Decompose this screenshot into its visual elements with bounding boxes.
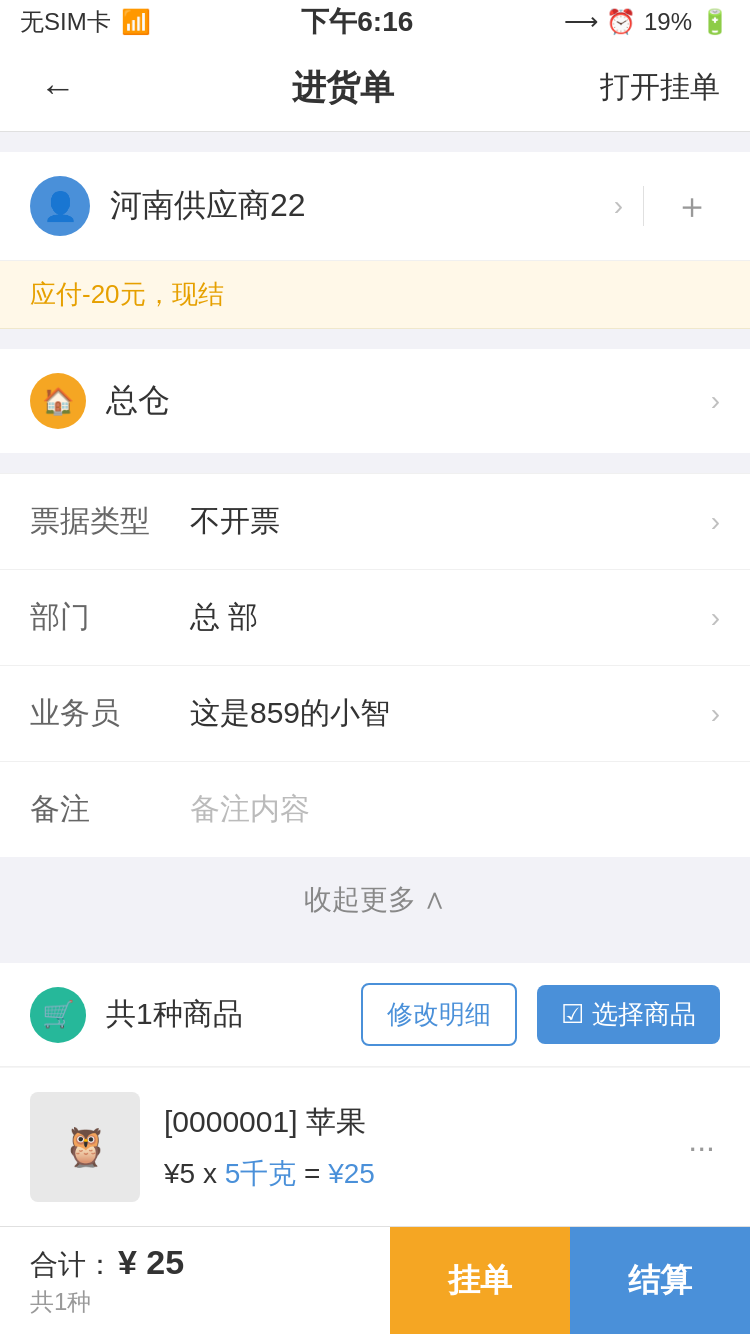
status-bar-right: ⟶ ⏰ 19% 🔋 <box>564 8 730 36</box>
bag-icon: 🛒 <box>42 999 74 1030</box>
invoice-label: 票据类型 <box>30 501 170 542</box>
nav-bar: ← 进货单 打开挂单 <box>0 44 750 132</box>
gap-2 <box>0 329 750 349</box>
dept-value: 总 部 <box>170 597 711 638</box>
location-icon: ⟶ <box>564 8 598 36</box>
dept-label: 部门 <box>30 597 170 638</box>
chevron-right-icon-5: › <box>711 698 720 730</box>
chevron-right-icon-4: › <box>711 602 720 634</box>
warehouse-card[interactable]: 🏠 总仓 › <box>0 349 750 453</box>
supplier-row-actions: › ＋ <box>614 177 720 236</box>
invoice-row[interactable]: 票据类型 不开票 › <box>0 473 750 569</box>
total-amount: ¥ 25 <box>118 1243 184 1282</box>
status-bar-left: 无SIM卡 📶 <box>20 6 151 38</box>
vertical-divider <box>643 186 644 226</box>
collapse-label: 收起更多 ∧ <box>304 881 447 919</box>
bottom-total: 合计： ¥ 25 共1种 <box>0 1227 390 1334</box>
remark-label: 备注 <box>30 789 170 830</box>
open-pending-button[interactable]: 打开挂单 <box>600 67 720 108</box>
remark-input[interactable]: 备注内容 <box>170 789 720 830</box>
products-section: 🛒 共1种商品 修改明细 ☑ 选择商品 🦉 [0000001] 苹果 ¥5 x … <box>0 963 750 1226</box>
select-product-icon: ☑ <box>561 999 584 1030</box>
checkout-button[interactable]: 结算 <box>570 1227 750 1334</box>
product-item: 🦉 [0000001] 苹果 ¥5 x 5千克 = ¥25 ··· <box>0 1067 750 1226</box>
total-price: ¥25 <box>328 1158 375 1189</box>
battery-icon: 🔋 <box>700 8 730 36</box>
owl-icon: 🦉 <box>62 1125 109 1169</box>
warehouse-icon: 🏠 <box>30 373 86 429</box>
carrier-text: 无SIM卡 <box>20 6 111 38</box>
bottom-bar: 合计： ¥ 25 共1种 挂单 结算 <box>0 1226 750 1334</box>
total-sub: 共1种 <box>30 1286 360 1318</box>
salesperson-value: 这是859的小智 <box>170 693 711 734</box>
wifi-icon: 📶 <box>121 8 151 36</box>
quantity: 5千克 <box>225 1158 297 1189</box>
equals: = <box>296 1158 328 1189</box>
person-icon: 👤 <box>43 190 78 223</box>
collapse-button[interactable]: 收起更多 ∧ <box>0 857 750 943</box>
battery-text: 19% <box>644 8 692 36</box>
status-bar: 无SIM卡 📶 下午6:16 ⟶ ⏰ 19% 🔋 <box>0 0 750 44</box>
product-name: [0000001] 苹果 <box>164 1102 659 1143</box>
supplier-card: 👤 河南供应商22 › ＋ 应付-20元，现结 <box>0 152 750 329</box>
chevron-right-icon-2: › <box>711 385 720 417</box>
back-button[interactable]: ← <box>30 57 86 119</box>
alarm-icon: ⏰ <box>606 8 636 36</box>
select-product-button[interactable]: ☑ 选择商品 <box>537 985 720 1044</box>
products-count: 共1种商品 <box>106 994 341 1035</box>
hang-order-button[interactable]: 挂单 <box>390 1227 570 1334</box>
status-bar-time: 下午6:16 <box>301 3 413 41</box>
product-price-row: ¥5 x 5千克 = ¥25 <box>164 1155 659 1193</box>
chevron-right-icon-3: › <box>711 506 720 538</box>
remark-row[interactable]: 备注 备注内容 <box>0 761 750 857</box>
products-header: 🛒 共1种商品 修改明细 ☑ 选择商品 <box>0 963 750 1067</box>
add-supplier-button[interactable]: ＋ <box>664 177 720 236</box>
unit-price: ¥5 x <box>164 1158 225 1189</box>
products-icon: 🛒 <box>30 987 86 1043</box>
chevron-right-icon: › <box>614 190 623 222</box>
gap-1 <box>0 132 750 152</box>
supplier-row[interactable]: 👤 河南供应商22 › ＋ <box>0 152 750 261</box>
gap-3 <box>0 453 750 473</box>
total-label: 合计： <box>30 1246 114 1284</box>
select-product-label: 选择商品 <box>592 997 696 1032</box>
product-more-button[interactable]: ··· <box>683 1124 720 1171</box>
product-thumbnail: 🦉 <box>30 1092 140 1202</box>
gap-4 <box>0 943 750 963</box>
product-info: [0000001] 苹果 ¥5 x 5千克 = ¥25 <box>164 1102 659 1193</box>
invoice-value: 不开票 <box>170 501 711 542</box>
supplier-alert: 应付-20元，现结 <box>0 261 750 329</box>
supplier-avatar: 👤 <box>30 176 90 236</box>
form-card: 票据类型 不开票 › 部门 总 部 › 业务员 这是859的小智 › 备注 备注… <box>0 473 750 857</box>
dept-row[interactable]: 部门 总 部 › <box>0 569 750 665</box>
page-title: 进货单 <box>292 65 394 111</box>
salesperson-label: 业务员 <box>30 693 170 734</box>
edit-detail-button[interactable]: 修改明细 <box>361 983 517 1046</box>
supplier-name: 河南供应商22 <box>110 184 614 228</box>
warehouse-row[interactable]: 🏠 总仓 › <box>0 349 750 453</box>
salesperson-row[interactable]: 业务员 这是859的小智 › <box>0 665 750 761</box>
product-id: [0000001] <box>164 1105 306 1138</box>
warehouse-name: 总仓 <box>106 379 711 423</box>
